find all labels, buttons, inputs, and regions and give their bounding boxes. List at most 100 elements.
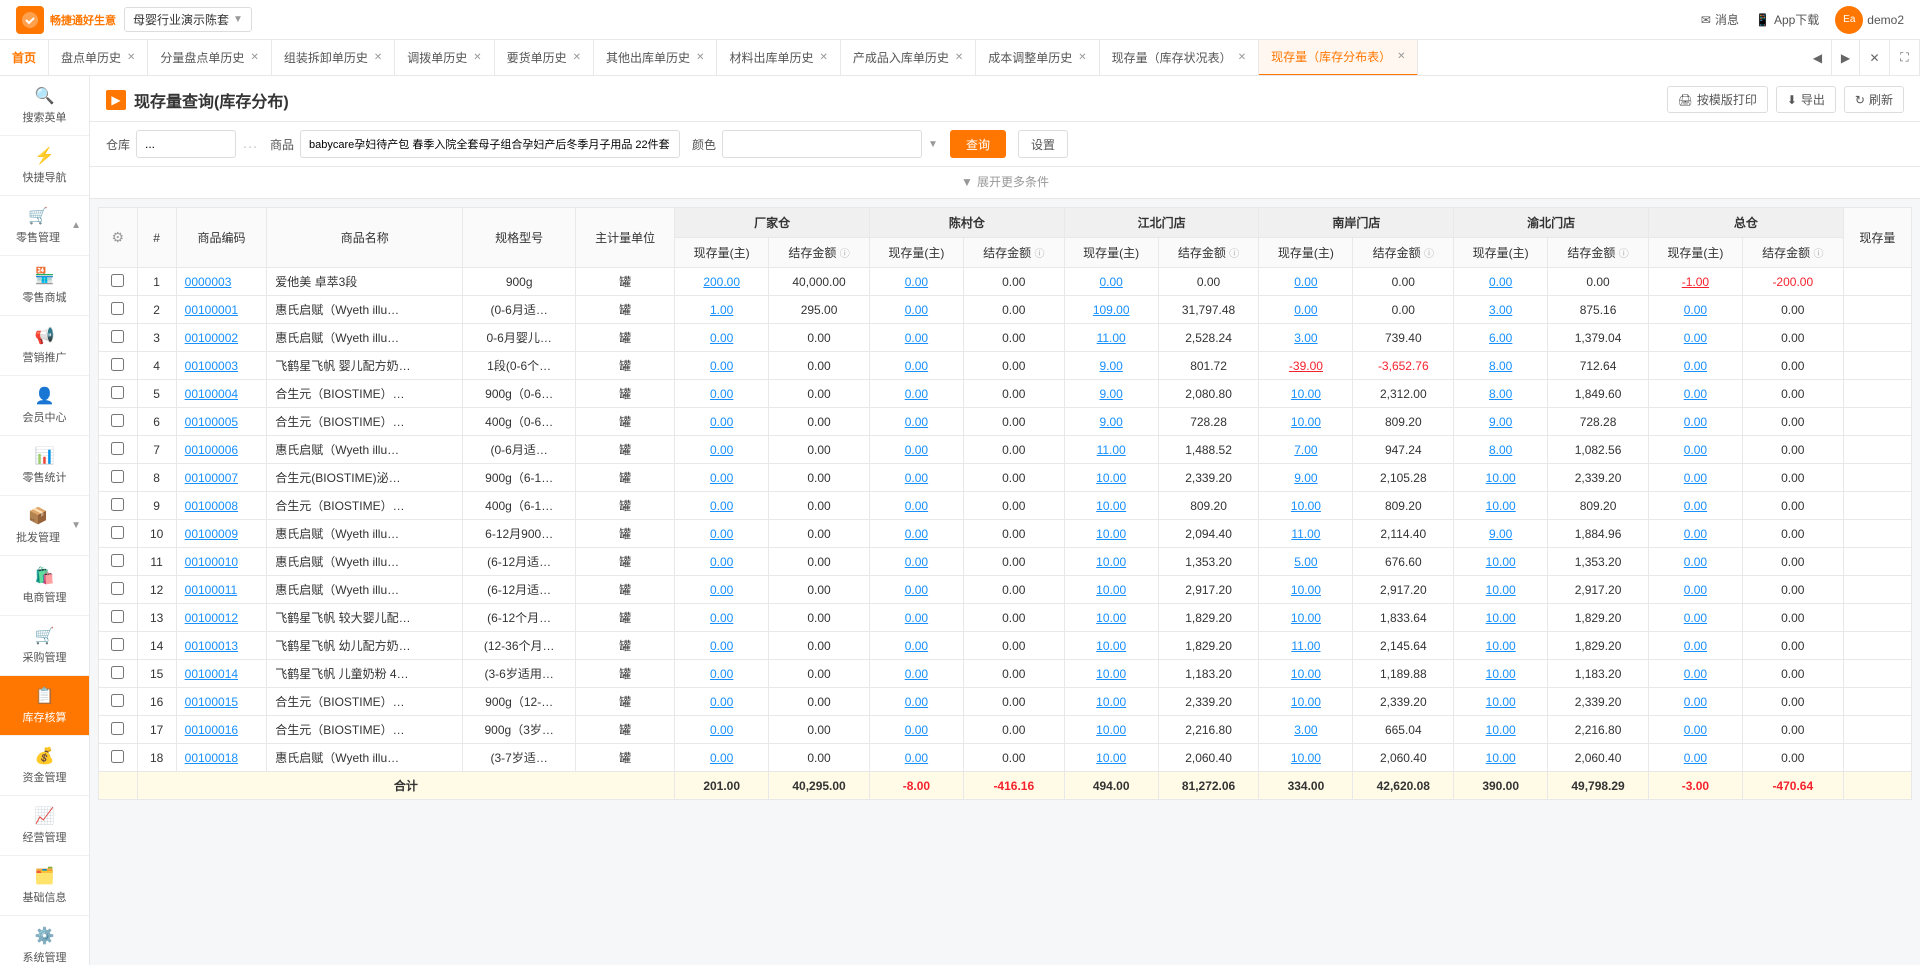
row-t-qty[interactable]: 0.00: [1648, 576, 1742, 604]
row-jb-qty[interactable]: 0.00: [1064, 268, 1158, 296]
row-jb-qty[interactable]: 10.00: [1064, 464, 1158, 492]
sidebar-item-system[interactable]: ⚙️ 系统管理: [0, 916, 89, 965]
row-checkbox[interactable]: [111, 610, 124, 623]
row-checkbox[interactable]: [111, 638, 124, 651]
row-code[interactable]: 00100007: [176, 464, 267, 492]
row-checkbox[interactable]: [111, 442, 124, 455]
close-icon[interactable]: ✕: [250, 52, 258, 63]
row-yb-qty[interactable]: 10.00: [1454, 688, 1548, 716]
row-yb-qty[interactable]: 10.00: [1454, 576, 1548, 604]
row-t-qty[interactable]: -1.00: [1648, 268, 1742, 296]
sidebar-item-search[interactable]: 🔍 搜索英单: [0, 76, 89, 136]
row-c-qty[interactable]: 0.00: [869, 296, 963, 324]
sidebar-item-quicknav[interactable]: ⚡ 快捷导航: [0, 136, 89, 196]
row-jb-qty[interactable]: 10.00: [1064, 688, 1158, 716]
info-icon[interactable]: ⓘ: [1813, 249, 1823, 260]
row-t-qty[interactable]: 0.00: [1648, 660, 1742, 688]
row-select[interactable]: [99, 632, 138, 660]
row-jb-qty[interactable]: 10.00: [1064, 492, 1158, 520]
tab-order-goods[interactable]: 要货单历史 ✕: [495, 40, 594, 76]
row-t-qty[interactable]: 0.00: [1648, 296, 1742, 324]
row-f-qty[interactable]: 0.00: [675, 604, 769, 632]
row-select[interactable]: [99, 548, 138, 576]
row-code[interactable]: 00100006: [176, 436, 267, 464]
close-icon[interactable]: ✕: [374, 52, 382, 63]
row-code[interactable]: 00100001: [176, 296, 267, 324]
sidebar-item-purchase[interactable]: 🛒 采购管理: [0, 616, 89, 676]
row-jb-qty[interactable]: 10.00: [1064, 632, 1158, 660]
row-select[interactable]: [99, 716, 138, 744]
row-yb-qty[interactable]: 10.00: [1454, 632, 1548, 660]
row-yb-qty[interactable]: 3.00: [1454, 296, 1548, 324]
sidebar-item-basic[interactable]: 🗂️ 基础信息: [0, 856, 89, 916]
sidebar-item-retail-mgmt[interactable]: 🛒 零售管理 ▲: [0, 196, 89, 256]
tab-stock-status[interactable]: 现存量（库存状况表） ✕: [1100, 40, 1259, 76]
row-c-qty[interactable]: 0.00: [869, 688, 963, 716]
info-icon[interactable]: ⓘ: [1034, 249, 1044, 260]
row-checkbox[interactable]: [111, 554, 124, 567]
row-na-qty[interactable]: 10.00: [1259, 604, 1353, 632]
close-icon[interactable]: ✕: [696, 52, 704, 63]
row-yb-qty[interactable]: 10.00: [1454, 548, 1548, 576]
row-t-qty[interactable]: 0.00: [1648, 604, 1742, 632]
refresh-btn[interactable]: ↻ 刷新: [1844, 86, 1904, 113]
tab-cost-adjust[interactable]: 成本调整单历史 ✕: [976, 40, 1099, 76]
row-jb-qty[interactable]: 10.00: [1064, 576, 1158, 604]
row-na-qty[interactable]: 0.00: [1259, 296, 1353, 324]
print-btn[interactable]: 🖨 按模版打印: [1667, 86, 1768, 113]
row-jb-qty[interactable]: 11.00: [1064, 324, 1158, 352]
row-jb-qty[interactable]: 10.00: [1064, 744, 1158, 772]
row-c-qty[interactable]: 0.00: [869, 352, 963, 380]
row-na-qty[interactable]: 11.00: [1259, 632, 1353, 660]
row-checkbox[interactable]: [111, 358, 124, 371]
row-jb-qty[interactable]: 9.00: [1064, 380, 1158, 408]
tab-product-in[interactable]: 产成品入库单历史 ✕: [841, 40, 976, 76]
row-f-qty[interactable]: 1.00: [675, 296, 769, 324]
tab-sub-inventory[interactable]: 分量盘点单历史 ✕: [148, 40, 271, 76]
row-checkbox[interactable]: [111, 498, 124, 511]
row-c-qty[interactable]: 0.00: [869, 492, 963, 520]
expand-arrow-btn[interactable]: ▶: [106, 90, 126, 110]
row-checkbox[interactable]: [111, 722, 124, 735]
row-t-qty[interactable]: 0.00: [1648, 632, 1742, 660]
row-na-qty[interactable]: 10.00: [1259, 408, 1353, 436]
row-c-qty[interactable]: 0.00: [869, 576, 963, 604]
row-select[interactable]: [99, 268, 138, 296]
row-jb-qty[interactable]: 10.00: [1064, 548, 1158, 576]
row-c-qty[interactable]: 0.00: [869, 716, 963, 744]
tab-nav-next[interactable]: ▶: [1832, 40, 1860, 76]
close-icon[interactable]: ✕: [819, 52, 827, 63]
tab-other-out[interactable]: 其他出库单历史 ✕: [594, 40, 717, 76]
row-t-qty[interactable]: 0.00: [1648, 324, 1742, 352]
col-gear[interactable]: ⚙: [99, 208, 138, 268]
row-t-qty[interactable]: 0.00: [1648, 408, 1742, 436]
row-c-qty[interactable]: 0.00: [869, 632, 963, 660]
warehouse-input[interactable]: [136, 130, 236, 158]
row-code[interactable]: 00100003: [176, 352, 267, 380]
row-select[interactable]: [99, 380, 138, 408]
row-f-qty[interactable]: 0.00: [675, 744, 769, 772]
row-t-qty[interactable]: 0.00: [1648, 744, 1742, 772]
row-f-qty[interactable]: 0.00: [675, 324, 769, 352]
sidebar-item-marketing[interactable]: 📢 营销推广: [0, 316, 89, 376]
row-f-qty[interactable]: 0.00: [675, 576, 769, 604]
message-btn[interactable]: ✉ 消息: [1701, 11, 1739, 28]
row-na-qty[interactable]: 10.00: [1259, 688, 1353, 716]
row-checkbox[interactable]: [111, 330, 124, 343]
row-checkbox[interactable]: [111, 414, 124, 427]
row-f-qty[interactable]: 0.00: [675, 716, 769, 744]
row-na-qty[interactable]: 3.00: [1259, 716, 1353, 744]
row-select[interactable]: [99, 604, 138, 632]
row-code[interactable]: 00100010: [176, 548, 267, 576]
row-jb-qty[interactable]: 109.00: [1064, 296, 1158, 324]
row-na-qty[interactable]: 10.00: [1259, 380, 1353, 408]
row-t-qty[interactable]: 0.00: [1648, 548, 1742, 576]
row-yb-qty[interactable]: 8.00: [1454, 352, 1548, 380]
row-c-qty[interactable]: 0.00: [869, 464, 963, 492]
row-jb-qty[interactable]: 10.00: [1064, 660, 1158, 688]
row-na-qty[interactable]: 10.00: [1259, 744, 1353, 772]
info-icon[interactable]: ⓘ: [1424, 249, 1434, 260]
row-checkbox[interactable]: [111, 582, 124, 595]
row-select[interactable]: [99, 296, 138, 324]
row-na-qty[interactable]: 10.00: [1259, 576, 1353, 604]
